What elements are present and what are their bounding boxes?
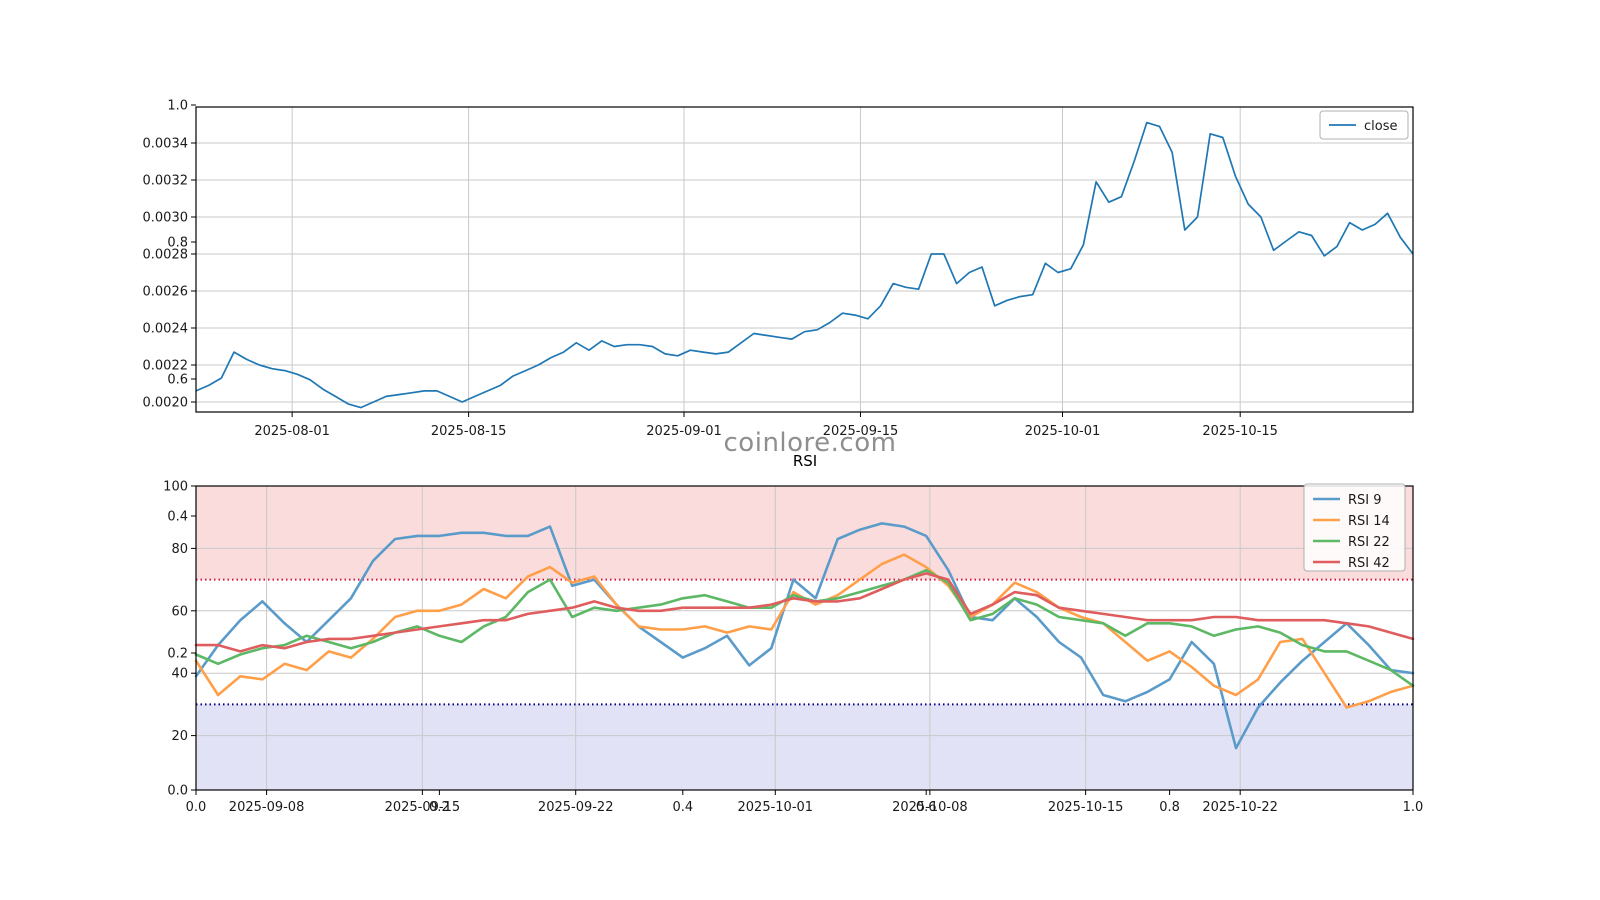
price-chart	[191, 106, 1414, 417]
legend-label: RSI 22	[1348, 535, 1390, 550]
overlay-y-tick-label: 1.0	[167, 99, 188, 114]
rsi-y-tick-label: 60	[171, 604, 188, 619]
rsi-x-tick-label: 2025-09-08	[229, 800, 305, 815]
rsi-x-tick-label: 2025-10-15	[1048, 800, 1124, 815]
rsi-chart	[191, 485, 1415, 795]
price-x-tick-label: 2025-08-15	[431, 424, 507, 439]
rsi-x-tick-label: 2025-10-01	[738, 800, 814, 815]
plot-frame	[195, 106, 1414, 413]
overbought-band	[196, 486, 1413, 580]
price-y-tick-label: 0.0032	[143, 174, 189, 189]
oversold-band	[196, 704, 1413, 790]
rsi-y-tick-label: 20	[171, 729, 188, 744]
overlay-y-tick-label: 0.8	[167, 236, 188, 251]
legend-label: RSI 42	[1348, 556, 1390, 571]
price-x-tick-label: 2025-10-15	[1202, 424, 1278, 439]
legend-label: RSI 14	[1348, 514, 1390, 529]
price-x-tick-label: 2025-08-01	[254, 424, 330, 439]
price-y-tick-label: 0.0024	[143, 322, 189, 337]
price-x-tick-label: 2025-10-01	[1025, 424, 1101, 439]
overlay-x-tick-label: 1.0	[1403, 800, 1424, 815]
rsi-y-tick-label: 40	[171, 667, 188, 682]
price-y-tick-label: 0.0030	[143, 211, 189, 226]
overlay-x-tick-label: 0.4	[672, 800, 693, 815]
price-y-tick-label: 0.0026	[143, 285, 189, 300]
legend-label: RSI 9	[1348, 493, 1382, 508]
rsi-x-tick-label: 2025-09-22	[538, 800, 614, 815]
price-y-tick-label: 0.0020	[143, 396, 189, 411]
overlay-y-tick-label: 0.4	[167, 510, 188, 525]
overlay-x-tick-label: 0.2	[429, 800, 450, 815]
legend-label: close	[1364, 119, 1397, 134]
overlay-x-tick-label: 0.6	[916, 800, 937, 815]
rsi-y-tick-label: 100	[163, 480, 188, 495]
price-y-tick-label: 0.0022	[143, 359, 189, 374]
overlay-y-tick-label: 0.0	[167, 784, 188, 799]
price-y-tick-label: 0.0034	[143, 137, 189, 152]
rsi-y-tick-label: 80	[171, 542, 188, 557]
overlay-y-tick-label: 0.2	[167, 647, 188, 662]
figure: 0.0020 0.0022 0.0024 0.0026 0.0028 0.0030 0.00…	[0, 0, 1600, 900]
overlay-x-tick-label: 0.0	[186, 800, 207, 815]
rsi-subplot-title: RSI	[792, 452, 818, 470]
rsi-x-tick-label: 2025-10-22	[1202, 800, 1278, 815]
overlay-y-tick-label: 0.6	[167, 373, 188, 388]
overlay-x-tick-label: 0.8	[1159, 800, 1180, 815]
